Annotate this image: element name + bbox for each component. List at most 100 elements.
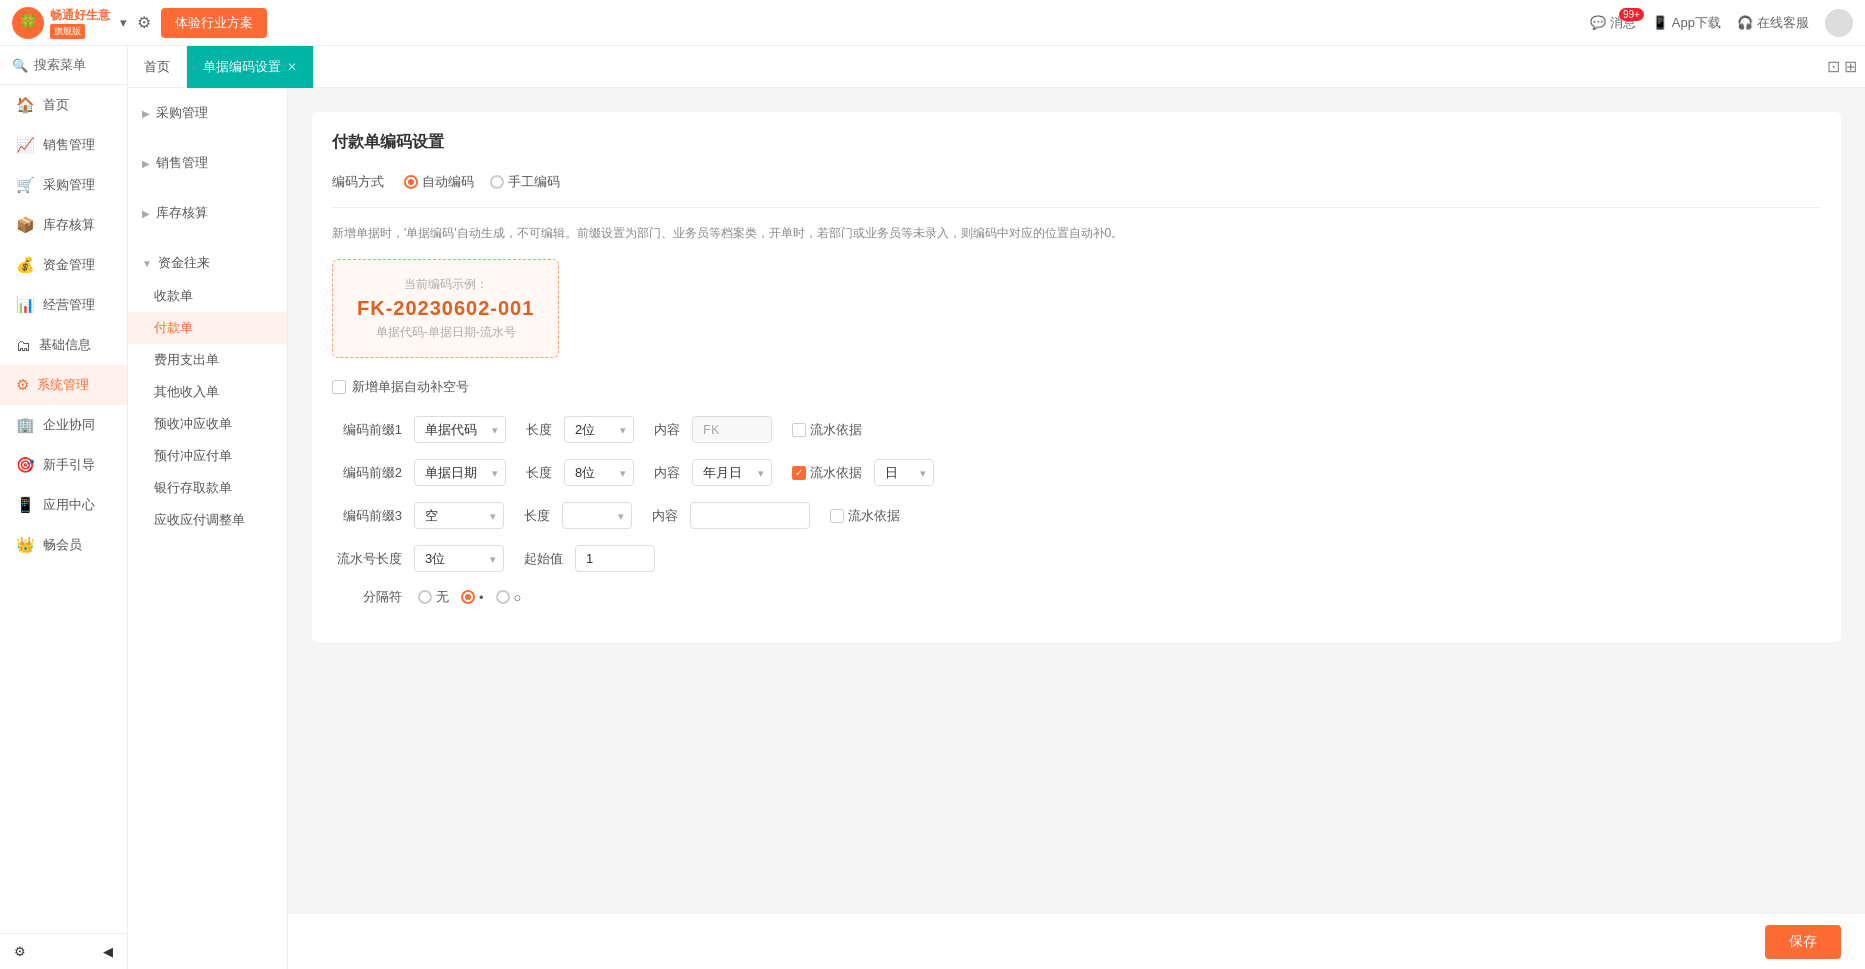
submenu-adjust[interactable]: 应收应付调整单 bbox=[128, 504, 287, 536]
submenu-pre-receipt[interactable]: 预收冲应收单 bbox=[128, 408, 287, 440]
sidebar-collapse-icon[interactable]: ◀ bbox=[103, 944, 113, 959]
field2-content-select[interactable]: 年月日 bbox=[692, 459, 772, 486]
field2-day-select[interactable]: 日 月 年 bbox=[874, 459, 934, 486]
sep-circle-dot bbox=[496, 590, 510, 604]
sidebar-item-basic[interactable]: 🗂 基础信息 bbox=[0, 325, 127, 365]
field2-content-label: 内容 bbox=[654, 464, 680, 482]
sep-dot-dot bbox=[461, 590, 475, 604]
sidebar-bottom: ⚙ ◀ bbox=[0, 933, 127, 969]
sidebar-item-inventory[interactable]: 📦 库存核算 bbox=[0, 205, 127, 245]
sidebar-item-operations[interactable]: 📊 经营管理 bbox=[0, 285, 127, 325]
preview-code: FK-20230602-001 bbox=[357, 297, 534, 320]
settings-icon[interactable]: ⚙ bbox=[137, 13, 151, 32]
tab-close-icon[interactable]: ✕ bbox=[287, 60, 297, 74]
tab-bar: 首页 单据编码设置 ✕ ⊡ ⊞ bbox=[128, 46, 1865, 88]
app-download-button[interactable]: 📱 App下载 bbox=[1652, 14, 1721, 32]
nav-left: 🍀 畅通好生意 旗舰版 ▾ ⚙ 体验行业方案 bbox=[12, 7, 267, 39]
submenu-pre-payment[interactable]: 预付冲应付单 bbox=[128, 440, 287, 472]
autofill-label: 新增单据自动补空号 bbox=[352, 378, 469, 396]
field3-prefix-select[interactable]: 空 bbox=[414, 502, 504, 529]
serial-length-label: 流水号长度 bbox=[332, 550, 402, 568]
tab-home[interactable]: 首页 bbox=[128, 46, 187, 88]
field2-length-select[interactable]: 8位 bbox=[564, 459, 634, 486]
submenu-group-sales: ▶ 销售管理 bbox=[128, 138, 287, 188]
submenu-purchase[interactable]: ▶ 采购管理 bbox=[128, 96, 287, 130]
submenu-finance[interactable]: ▼ 资金往来 bbox=[128, 246, 287, 280]
field1-prefix-select[interactable]: 单据代码 bbox=[414, 416, 506, 443]
logo: 🍀 畅通好生意 旗舰版 bbox=[12, 7, 110, 39]
field2-length-label: 长度 bbox=[526, 464, 552, 482]
field2-watermark: 流水依据 bbox=[792, 464, 862, 482]
submenu-group-inventory: ▶ 库存核算 bbox=[128, 188, 287, 238]
sidebar-item-newbie[interactable]: 🎯 新手引导 bbox=[0, 445, 127, 485]
preview-box: 当前编码示例： FK-20230602-001 单据代码-单据日期-流水号 bbox=[332, 259, 559, 358]
encode-mode-label: 编码方式 bbox=[332, 173, 384, 191]
encode-mode-row: 编码方式 自动编码 手工编码 bbox=[332, 173, 1821, 208]
online-service-button[interactable]: 🎧 在线客服 bbox=[1737, 14, 1809, 32]
sep-none-radio[interactable]: 无 bbox=[418, 588, 449, 606]
tab-barcode[interactable]: 单据编码设置 ✕ bbox=[187, 46, 314, 88]
sidebar-item-enterprise[interactable]: 🏢 企业协同 bbox=[0, 405, 127, 445]
sidebar-item-sales[interactable]: 📈 销售管理 bbox=[0, 125, 127, 165]
trial-button[interactable]: 体验行业方案 bbox=[161, 8, 267, 38]
field3-length-select[interactable] bbox=[562, 502, 632, 529]
submenu-panel: ▶ 采购管理 ▶ 销售管理 ▶ 库存核算 ▼ 资金往来 收款单 付款单 费用支出… bbox=[128, 88, 288, 969]
separator-radios: 无 • ○ bbox=[418, 588, 521, 606]
field1-content-label: 内容 bbox=[654, 421, 680, 439]
newbie-icon: 🎯 bbox=[16, 456, 35, 474]
field1-content-input[interactable] bbox=[692, 416, 772, 443]
field2-watermark-checkbox[interactable] bbox=[792, 466, 806, 480]
serial-length-select[interactable]: 3位 bbox=[414, 545, 504, 572]
apps-icon: 📱 bbox=[16, 496, 35, 514]
sidebar-item-home[interactable]: 🏠 首页 bbox=[0, 85, 127, 125]
submenu-receipt[interactable]: 收款单 bbox=[128, 280, 287, 312]
auto-encode-radio[interactable]: 自动编码 bbox=[404, 173, 474, 191]
tab-maximize-button[interactable]: ⊞ bbox=[1844, 57, 1857, 76]
sidebar-item-finance[interactable]: 💰 资金管理 bbox=[0, 245, 127, 285]
submenu-other-income[interactable]: 其他收入单 bbox=[128, 376, 287, 408]
download-icon: 📱 bbox=[1652, 15, 1668, 30]
autofill-checkbox[interactable] bbox=[332, 380, 346, 394]
field1-length-select[interactable]: 2位 bbox=[564, 416, 634, 443]
search-menu[interactable]: 🔍 搜索菜单 bbox=[0, 46, 127, 85]
field3-watermark: 流水依据 bbox=[830, 507, 900, 525]
field3-watermark-checkbox[interactable] bbox=[830, 509, 844, 523]
basic-icon: 🗂 bbox=[16, 337, 31, 354]
submenu-expense[interactable]: 费用支出单 bbox=[128, 344, 287, 376]
start-value-input[interactable] bbox=[575, 545, 655, 572]
separator-row: 分隔符 无 • ○ bbox=[332, 588, 1821, 606]
finance-icon: 💰 bbox=[16, 256, 35, 274]
field3-content-label: 内容 bbox=[652, 507, 678, 525]
user-avatar[interactable] bbox=[1825, 9, 1853, 37]
submenu-group-purchase: ▶ 采购管理 bbox=[128, 88, 287, 138]
sep-dot-radio[interactable]: • bbox=[461, 590, 484, 605]
sidebar-settings-icon[interactable]: ⚙ bbox=[14, 944, 26, 959]
field3-content-input[interactable] bbox=[690, 502, 810, 529]
sales-icon: 📈 bbox=[16, 136, 35, 154]
manual-encode-radio[interactable]: 手工编码 bbox=[490, 173, 560, 191]
start-value-label: 起始值 bbox=[524, 550, 563, 568]
nav-dropdown[interactable]: ▾ bbox=[120, 15, 127, 30]
sidebar-item-system[interactable]: ⚙ 系统管理 bbox=[0, 365, 127, 405]
tab-minimize-button[interactable]: ⊡ bbox=[1827, 57, 1840, 76]
submenu-bank[interactable]: 银行存取款单 bbox=[128, 472, 287, 504]
message-button[interactable]: 💬 消息 99+ bbox=[1590, 14, 1636, 32]
submenu-group-finance: ▼ 资金往来 收款单 付款单 费用支出单 其他收入单 预收冲应收单 预付冲应付单… bbox=[128, 238, 287, 544]
sidebar-item-vip[interactable]: 👑 畅会员 bbox=[0, 525, 127, 565]
top-nav: 🍀 畅通好生意 旗舰版 ▾ ⚙ 体验行业方案 💬 消息 99+ 📱 App下载 … bbox=[0, 0, 1865, 46]
submenu-sales[interactable]: ▶ 销售管理 bbox=[128, 146, 287, 180]
field2-prefix-select[interactable]: 单据日期 bbox=[414, 459, 506, 486]
save-button[interactable]: 保存 bbox=[1765, 925, 1841, 959]
submenu-inventory[interactable]: ▶ 库存核算 bbox=[128, 196, 287, 230]
vip-icon: 👑 bbox=[16, 536, 35, 554]
sep-circle-radio[interactable]: ○ bbox=[496, 590, 522, 605]
field3-length-label: 长度 bbox=[524, 507, 550, 525]
service-icon: 🎧 bbox=[1737, 15, 1753, 30]
sidebar-item-apps[interactable]: 📱 应用中心 bbox=[0, 485, 127, 525]
submenu-payment[interactable]: 付款单 bbox=[128, 312, 287, 344]
field3-prefix-wrapper: 空 bbox=[414, 502, 504, 529]
radio-group: 自动编码 手工编码 bbox=[404, 173, 560, 191]
field1-watermark-checkbox[interactable] bbox=[792, 423, 806, 437]
separator-label: 分隔符 bbox=[332, 588, 402, 606]
sidebar-item-purchase[interactable]: 🛒 采购管理 bbox=[0, 165, 127, 205]
